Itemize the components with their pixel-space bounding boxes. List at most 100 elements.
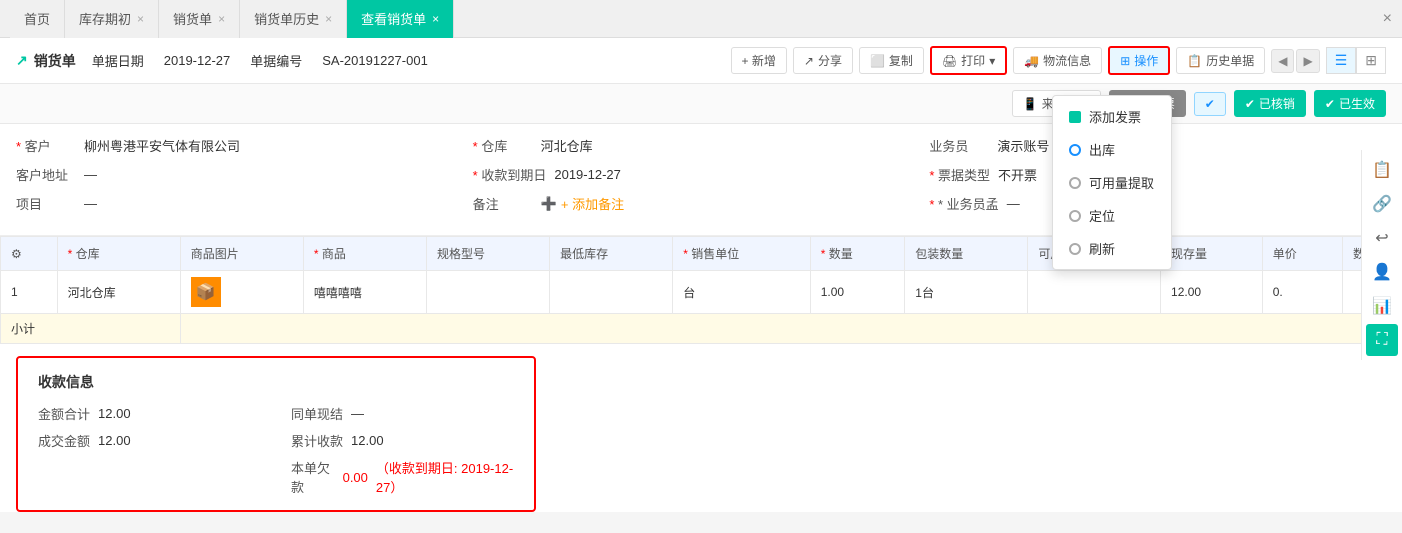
sidebar-icon-3[interactable]: ↩ [1366,222,1398,254]
col-stock: 现存量 [1161,237,1263,271]
form-row-1: 客户 柳州粤港平安气体有限公司 仓库 河北仓库 业务员 演示账号 [16,136,1386,155]
close-window-icon[interactable]: × [1383,10,1392,28]
due-date-label: 收款到期日 [473,165,547,184]
col-unit: * 销售单位 [673,237,810,271]
prev-arrow[interactable]: ◀ [1271,49,1294,73]
tab-view-sales[interactable]: 查看销货单 × [347,0,454,38]
total-amount-label: 金额合计 [38,404,90,423]
product-image: 📦 [191,277,221,307]
plus-icon: ➕ [541,196,557,212]
tab-sales[interactable]: 销货单 × [159,0,240,38]
toolbar: + 新增 ↗ 分享 ⬜ 复制 🖨 打印 ▾ 🚚 物流信息 [731,46,1386,75]
tab-sales-history[interactable]: 销货单历史 × [240,0,347,38]
operations-button[interactable]: ⊞ 操作 [1108,46,1170,75]
copy-button[interactable]: ⬜ 复制 [859,47,924,74]
transaction-label: 成交金额 [38,431,90,450]
history-icon: 📋 [1187,54,1202,68]
effective-icon: ✔ [1325,97,1335,111]
print-icon: 🖨 [942,54,957,68]
sidebar-icon-4[interactable]: 👤 [1366,256,1398,288]
same-order-value: — [351,406,364,421]
mobile-icon: 📱 [1023,97,1038,111]
check-button[interactable]: ✔ [1194,92,1226,116]
same-order-label: 同单现结 [291,404,343,423]
subtotal-row: 小计 [1,314,1402,344]
refresh-item[interactable]: 刷新 [1053,232,1171,265]
project-field: 项目 — [16,194,473,213]
close-sales-tab[interactable]: × [218,12,225,26]
right-sidebar: 📋 🔗 ↩ 👤 📊 ⛶ [1361,150,1402,360]
form-row-3: 项目 — 备注 ➕ + 添加备注 * 业务员孟 — [16,194,1386,213]
staff-label: 业务员 [929,136,989,155]
close-view-sales-tab[interactable]: × [432,12,439,26]
col-warehouse: * 仓库 [57,237,180,271]
available-qty-item[interactable]: 可用量提取 [1053,166,1171,199]
due-date-value: 2019-12-27 [554,167,621,182]
next-arrow[interactable]: ▶ [1296,49,1319,73]
row-available [1028,271,1161,314]
table-header-row: ⚙ * 仓库 商品图片 * 商品 规格型号 最低库存 * 销售单位 * 数量 包… [1,237,1402,271]
sold-button[interactable]: ✔ 已核销 [1234,90,1306,117]
tab-inventory[interactable]: 库存期初 × [65,0,159,38]
close-inventory-tab[interactable]: × [137,12,144,26]
sidebar-icon-1[interactable]: 📋 [1366,154,1398,186]
close-history-tab[interactable]: × [325,12,332,26]
list-view-btn[interactable]: ☰ [1326,47,1357,74]
check-icon: ✔ [1205,97,1215,111]
address-label: 客户地址 [16,165,76,184]
table-row: 1 河北仓库 📦 嘻嘻嘻嘻 台 1.00 1台 12.00 0. [1,271,1402,314]
warehouse-field: 仓库 河北仓库 [473,136,930,155]
warehouse-value: 河北仓库 [541,136,593,155]
operations-icon: ⊞ [1120,54,1130,68]
effective-button[interactable]: ✔ 已生效 [1314,90,1386,117]
add-invoice-icon [1069,111,1081,123]
sales-staff-label: * 业务员孟 [929,194,998,213]
sold-icon: ✔ [1245,97,1255,111]
row-num: 1 [1,271,58,314]
sidebar-icon-5[interactable]: 📊 [1366,290,1398,322]
sidebar-icon-6[interactable]: ⛶ [1366,324,1398,356]
outbound-item[interactable]: 出库 [1053,133,1171,166]
row-warehouse: 河北仓库 [57,271,180,314]
history-button[interactable]: 📋 历史单据 [1176,47,1265,74]
col-product: * 商品 [303,237,426,271]
grid-view-btn[interactable]: ⊞ [1356,47,1386,74]
tab-home[interactable]: 首页 [10,0,65,38]
logistics-button[interactable]: 🚚 物流信息 [1013,47,1102,74]
col-gear: ⚙ [1,237,58,271]
sidebar-icon-2[interactable]: 🔗 [1366,188,1398,220]
share-icon: ↗ [804,54,814,68]
print-dropdown-arrow: ▾ [989,54,995,68]
remark-label: 备注 [473,194,533,213]
date-value: 2019-12-27 [164,53,231,68]
copy-icon: ⬜ [870,54,885,68]
project-value: — [84,196,97,211]
nav-arrows: ◀ ▶ [1271,49,1319,73]
row-min-stock [550,271,673,314]
gear-icon: ⚙ [11,247,22,261]
locate-item[interactable]: 定位 [1053,199,1171,232]
add-remark-button[interactable]: ➕ + 添加备注 [541,194,624,213]
add-button[interactable]: + 新增 [731,47,787,74]
row-image: 📦 [180,271,303,314]
cumulative-label: 累计收款 [291,431,343,450]
print-button[interactable]: 🖨 打印 ▾ [930,46,1007,75]
add-invoice-item[interactable]: 添加发票 [1053,100,1171,133]
document-title: ↗ 销货单 [16,51,76,71]
address-field: 客户地址 — [16,165,473,184]
same-order-item: 同单现结 — [291,404,514,423]
ticket-type-value: 不开票 [998,165,1037,184]
customer-label: 客户 [16,136,76,155]
locate-icon [1069,210,1081,222]
share-button[interactable]: ↗ 分享 [793,47,853,74]
address-value: — [84,167,97,182]
staff-value: 演示账号 [997,136,1049,155]
outbound-icon [1069,144,1081,156]
action-bar: 📱 来自手机 🔘 未开票 ✔ ✔ 已核销 ✔ 已生效 [0,84,1402,124]
warehouse-label: 仓库 [473,136,533,155]
row-stock: 12.00 [1161,271,1263,314]
order-table: ⚙ * 仓库 商品图片 * 商品 规格型号 最低库存 * 销售单位 * 数量 包… [0,236,1402,344]
cumulative-item: 累计收款 12.00 [291,431,514,450]
doc-type-label: 销货单 [34,51,76,71]
col-pack-qty: 包装数量 [905,237,1028,271]
